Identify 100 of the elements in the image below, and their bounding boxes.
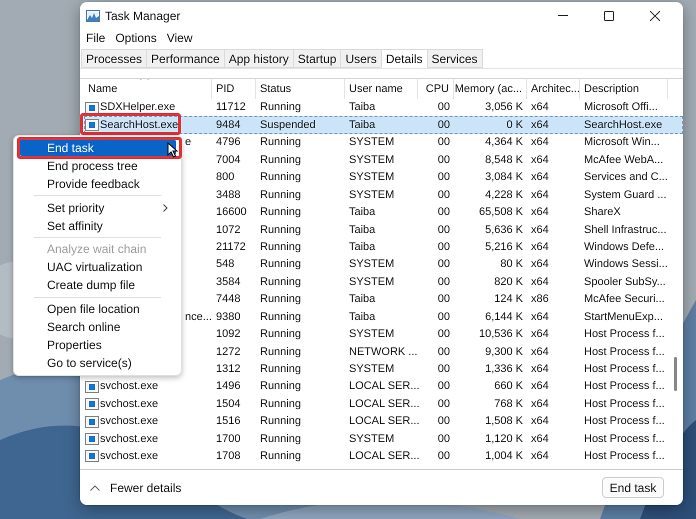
end-task-button[interactable]: End task — [602, 477, 664, 498]
context-menu-item[interactable]: Provide feedback — [19, 175, 176, 192]
scrollbar-thumb[interactable] — [674, 357, 677, 391]
memory-cell-text: 3,056 K — [484, 100, 524, 116]
status-cell-text: Running — [259, 205, 302, 220]
user-cell-text: LOCAL SER... — [348, 396, 418, 412]
pid-cell-text: 11712 — [215, 100, 247, 116]
app-icon — [85, 398, 99, 410]
architecture-cell-text: x64 — [530, 152, 550, 168]
context-menu-item[interactable]: Open file location — [19, 300, 176, 318]
tab[interactable]: Startup — [292, 49, 342, 68]
tab[interactable]: Performance — [146, 49, 225, 68]
cpu-cell-text: 00 — [436, 188, 451, 203]
description-cell-text: Host Process f... — [583, 344, 666, 360]
column-header[interactable]: Description — [580, 79, 668, 99]
status-cell-text: Suspended — [259, 118, 317, 133]
user-cell-text: Taiba — [348, 240, 376, 255]
menu-item[interactable]: Options — [111, 28, 161, 46]
memory-cell-text: 5,216 K — [484, 240, 524, 255]
pid-cell-text: 9484 — [215, 118, 242, 133]
description-cell-text: Host Process f... — [583, 432, 666, 447]
architecture-cell-text: x64 — [530, 188, 550, 203]
user-cell-text: SYSTEM — [348, 135, 396, 150]
memory-cell-text: 3,084 K — [484, 170, 524, 186]
user-cell-text: SYSTEM — [348, 152, 396, 168]
context-menu-item[interactable]: Set priority — [19, 199, 176, 216]
tab[interactable]: Services — [426, 49, 483, 68]
context-menu-item[interactable]: End task — [19, 139, 176, 156]
app-icon — [85, 433, 99, 446]
column-header[interactable]: User name — [345, 79, 418, 99]
memory-cell-text: 660 K — [493, 379, 524, 394]
context-menu-item[interactable]: Properties — [19, 336, 176, 354]
process-name: svchost.exe — [100, 396, 158, 412]
context-menu-item[interactable]: Go to service(s) — [19, 354, 176, 372]
memory-cell-text: 10,536 K — [478, 327, 524, 342]
context-menu-item[interactable]: Set affinity — [19, 217, 176, 234]
cpu-cell-text: 00 — [436, 310, 451, 325]
tab[interactable]: App history — [224, 49, 294, 68]
architecture-cell-text: x64 — [530, 414, 550, 430]
cpu-cell-text: 00 — [436, 379, 451, 394]
status-cell-text: Running — [259, 135, 302, 150]
user-cell-text: Taiba — [348, 100, 376, 116]
column-header[interactable]: PID — [212, 79, 256, 99]
description-cell-text: Shell Infrastruc... — [583, 222, 668, 238]
description-cell-text: Windows Sessi... — [583, 257, 668, 272]
column-header[interactable]: Status — [256, 79, 345, 99]
description-cell-text: Host Process f... — [583, 379, 666, 394]
menu-item[interactable]: File — [82, 28, 110, 46]
user-cell-text: Taiba — [348, 205, 376, 220]
user-cell-text: Taiba — [348, 118, 376, 133]
status-cell-text: Running — [259, 100, 302, 116]
column-header[interactable]: Architec... — [527, 79, 580, 99]
tab[interactable]: Users — [340, 49, 382, 68]
user-cell-text: Taiba — [348, 310, 376, 325]
user-cell-text: LOCAL SER... — [348, 379, 418, 394]
user-cell-text: LOCAL SER... — [348, 414, 418, 430]
pid-cell-text: 548 — [215, 257, 236, 272]
architecture-cell-text: x64 — [530, 344, 550, 360]
description-cell-text: Spooler SubSy... — [583, 274, 667, 290]
chart-icon — [86, 10, 100, 22]
close-icon — [650, 10, 660, 20]
tab[interactable]: Processes — [81, 49, 148, 68]
fewer-details-toggle[interactable]: Fewer details — [90, 478, 182, 496]
memory-cell-text: 65,508 K — [478, 205, 524, 220]
window-title: Task Manager — [105, 8, 180, 24]
column-header[interactable]: Name — [84, 79, 212, 99]
pid-cell-text: 7448 — [215, 292, 242, 308]
architecture-cell-text: x64 — [530, 362, 550, 378]
app-icon — [85, 380, 99, 393]
user-cell-text: SYSTEM — [348, 257, 396, 272]
column-header[interactable]: Memory (ac... — [454, 79, 527, 99]
memory-cell-text: 1,004 K — [484, 449, 524, 464]
status-cell-text: Running — [259, 396, 302, 412]
architecture-cell-text: x64 — [530, 379, 550, 394]
process-name: svchost.exe — [100, 449, 158, 464]
pid-cell-text: 9380 — [215, 310, 242, 325]
description-cell-text: StartMenuExp... — [583, 310, 664, 325]
maximize-icon — [604, 10, 614, 20]
process-name: SearchHost.exe — [100, 118, 178, 133]
description-cell-text: Windows Defe... — [583, 240, 666, 255]
architecture-cell-text: x64 — [530, 257, 550, 272]
description-cell-text: Host Process f... — [583, 327, 666, 342]
status-cell-text: Running — [259, 170, 302, 186]
column-header[interactable]: CPU — [418, 79, 454, 99]
process-name: nce... — [185, 310, 212, 325]
status-cell-text: Running — [259, 432, 302, 447]
pid-cell-text: 1272 — [215, 344, 242, 360]
memory-cell-text: 0 K — [505, 118, 524, 133]
status-cell-text: Running — [259, 344, 302, 360]
cursor-icon — [167, 142, 178, 158]
user-cell-text: SYSTEM — [348, 432, 396, 447]
cpu-cell-text: 00 — [436, 205, 451, 220]
user-cell-text: Taiba — [348, 292, 376, 308]
context-menu-item[interactable]: Search online — [19, 318, 176, 336]
menu-item[interactable]: View — [162, 28, 196, 46]
context-menu-item[interactable]: UAC virtualization — [19, 258, 176, 276]
context-menu-item[interactable]: Create dump file — [19, 276, 176, 294]
architecture-cell-text: x64 — [530, 327, 550, 342]
context-menu-item[interactable]: End process tree — [19, 157, 176, 174]
tab[interactable]: Details — [380, 49, 428, 68]
